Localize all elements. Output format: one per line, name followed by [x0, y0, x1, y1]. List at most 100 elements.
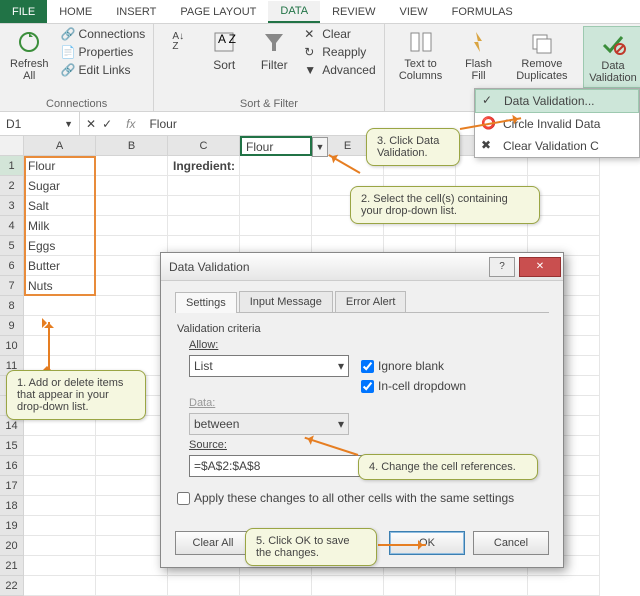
cell[interactable] [96, 296, 168, 316]
cell[interactable] [240, 156, 312, 176]
cell[interactable] [168, 176, 240, 196]
advanced-button[interactable]: ▼Advanced [302, 62, 377, 78]
apply-all-checkbox[interactable]: Apply these changes to all other cells w… [177, 491, 547, 505]
cell[interactable] [24, 496, 96, 516]
cell[interactable]: Milk [24, 216, 96, 236]
text-to-columns-button[interactable]: Text to Columns [391, 26, 451, 84]
cell[interactable] [24, 436, 96, 456]
tab-review[interactable]: REVIEW [320, 2, 387, 22]
tab-home[interactable]: HOME [47, 2, 104, 22]
dialog-tab-settings[interactable]: Settings [175, 292, 237, 313]
cell[interactable]: Flour [24, 156, 96, 176]
row-header[interactable]: 16 [0, 456, 24, 476]
clear-all-button[interactable]: Clear All [175, 531, 251, 555]
cell[interactable] [456, 576, 528, 596]
menu-circle-invalid[interactable]: ⭕Circle Invalid Data [475, 113, 639, 135]
ignore-blank-checkbox[interactable]: Ignore blank [361, 359, 444, 373]
cell[interactable] [168, 196, 240, 216]
data-validation-button[interactable]: Data Validation [585, 28, 640, 86]
cell[interactable] [96, 156, 168, 176]
refresh-all-button[interactable]: Refresh All [6, 26, 53, 84]
cell[interactable] [312, 576, 384, 596]
cell[interactable] [240, 576, 312, 596]
cancel-button[interactable]: Cancel [473, 531, 549, 555]
cell[interactable] [24, 556, 96, 576]
dialog-tab-input[interactable]: Input Message [239, 291, 333, 312]
cell[interactable] [96, 336, 168, 356]
enter-formula-icon[interactable]: ✓ [102, 117, 112, 131]
row-header[interactable]: 17 [0, 476, 24, 496]
row-header[interactable]: 1 [0, 156, 24, 176]
tab-data[interactable]: DATA [268, 1, 320, 23]
tab-view[interactable]: VIEW [388, 2, 440, 22]
formula-value[interactable]: Flour [143, 117, 182, 131]
cell[interactable] [24, 336, 96, 356]
row-header[interactable]: 3 [0, 196, 24, 216]
cell[interactable]: Nuts [24, 276, 96, 296]
row-header[interactable]: 5 [0, 236, 24, 256]
cell[interactable] [96, 176, 168, 196]
row-header[interactable]: 6 [0, 256, 24, 276]
allow-select[interactable]: List▾ [189, 355, 349, 377]
filter-button[interactable]: Filter [252, 26, 296, 74]
cell[interactable]: Salt [24, 196, 96, 216]
select-all-corner[interactable] [0, 136, 24, 155]
row-header[interactable]: 2 [0, 176, 24, 196]
cell[interactable] [96, 316, 168, 336]
cell[interactable] [96, 236, 168, 256]
cell[interactable] [24, 576, 96, 596]
row-header[interactable]: 9 [0, 316, 24, 336]
properties-button[interactable]: 📄Properties [59, 44, 148, 60]
cell[interactable] [96, 256, 168, 276]
cell[interactable] [456, 156, 528, 176]
cell[interactable] [528, 156, 600, 176]
connections-button[interactable]: 🔗Connections [59, 26, 148, 42]
cell[interactable] [24, 316, 96, 336]
remove-duplicates-button[interactable]: Remove Duplicates [507, 26, 578, 84]
sort-button[interactable]: A Z Sort [202, 26, 246, 74]
row-header[interactable]: 18 [0, 496, 24, 516]
row-header[interactable]: 8 [0, 296, 24, 316]
cell[interactable] [96, 576, 168, 596]
cell[interactable] [24, 296, 96, 316]
menu-data-validation[interactable]: ✓Data Validation... [475, 89, 639, 113]
row-header[interactable]: 20 [0, 536, 24, 556]
cell[interactable] [96, 456, 168, 476]
cell[interactable] [384, 576, 456, 596]
cell[interactable] [96, 436, 168, 456]
cell[interactable] [96, 556, 168, 576]
selected-cell-d1[interactable]: Flour ▼ [240, 136, 312, 156]
row-header[interactable]: 4 [0, 216, 24, 236]
dialog-tab-error[interactable]: Error Alert [335, 291, 407, 312]
dialog-close-button[interactable]: ✕ [519, 257, 561, 277]
cell[interactable] [240, 216, 312, 236]
name-box[interactable]: D1▼ [0, 112, 80, 135]
cell[interactable] [96, 496, 168, 516]
tab-file[interactable]: FILE [0, 0, 47, 23]
cell[interactable]: Ingredient: [168, 156, 240, 176]
cell[interactable] [24, 456, 96, 476]
col-header-c[interactable]: C [168, 136, 240, 155]
cell[interactable] [96, 216, 168, 236]
col-header-b[interactable]: B [96, 136, 168, 155]
tab-formulas[interactable]: FORMULAS [440, 2, 525, 22]
cell[interactable] [168, 576, 240, 596]
cell[interactable] [24, 536, 96, 556]
cell[interactable] [24, 516, 96, 536]
cell[interactable]: Butter [24, 256, 96, 276]
dialog-help-button[interactable]: ? [489, 257, 515, 277]
cell[interactable] [24, 476, 96, 496]
tab-insert[interactable]: INSERT [104, 2, 168, 22]
cell[interactable] [96, 516, 168, 536]
row-header[interactable]: 15 [0, 436, 24, 456]
cell[interactable] [240, 176, 312, 196]
dialog-titlebar[interactable]: Data Validation ? ✕ [161, 253, 563, 281]
cell[interactable] [528, 576, 600, 596]
row-header[interactable]: 21 [0, 556, 24, 576]
fx-label[interactable]: fx [118, 117, 143, 131]
tab-page-layout[interactable]: PAGE LAYOUT [168, 2, 268, 22]
flash-fill-button[interactable]: Flash Fill [457, 26, 501, 84]
cell[interactable] [168, 216, 240, 236]
edit-links-button[interactable]: 🔗Edit Links [59, 62, 148, 78]
cell[interactable] [96, 196, 168, 216]
